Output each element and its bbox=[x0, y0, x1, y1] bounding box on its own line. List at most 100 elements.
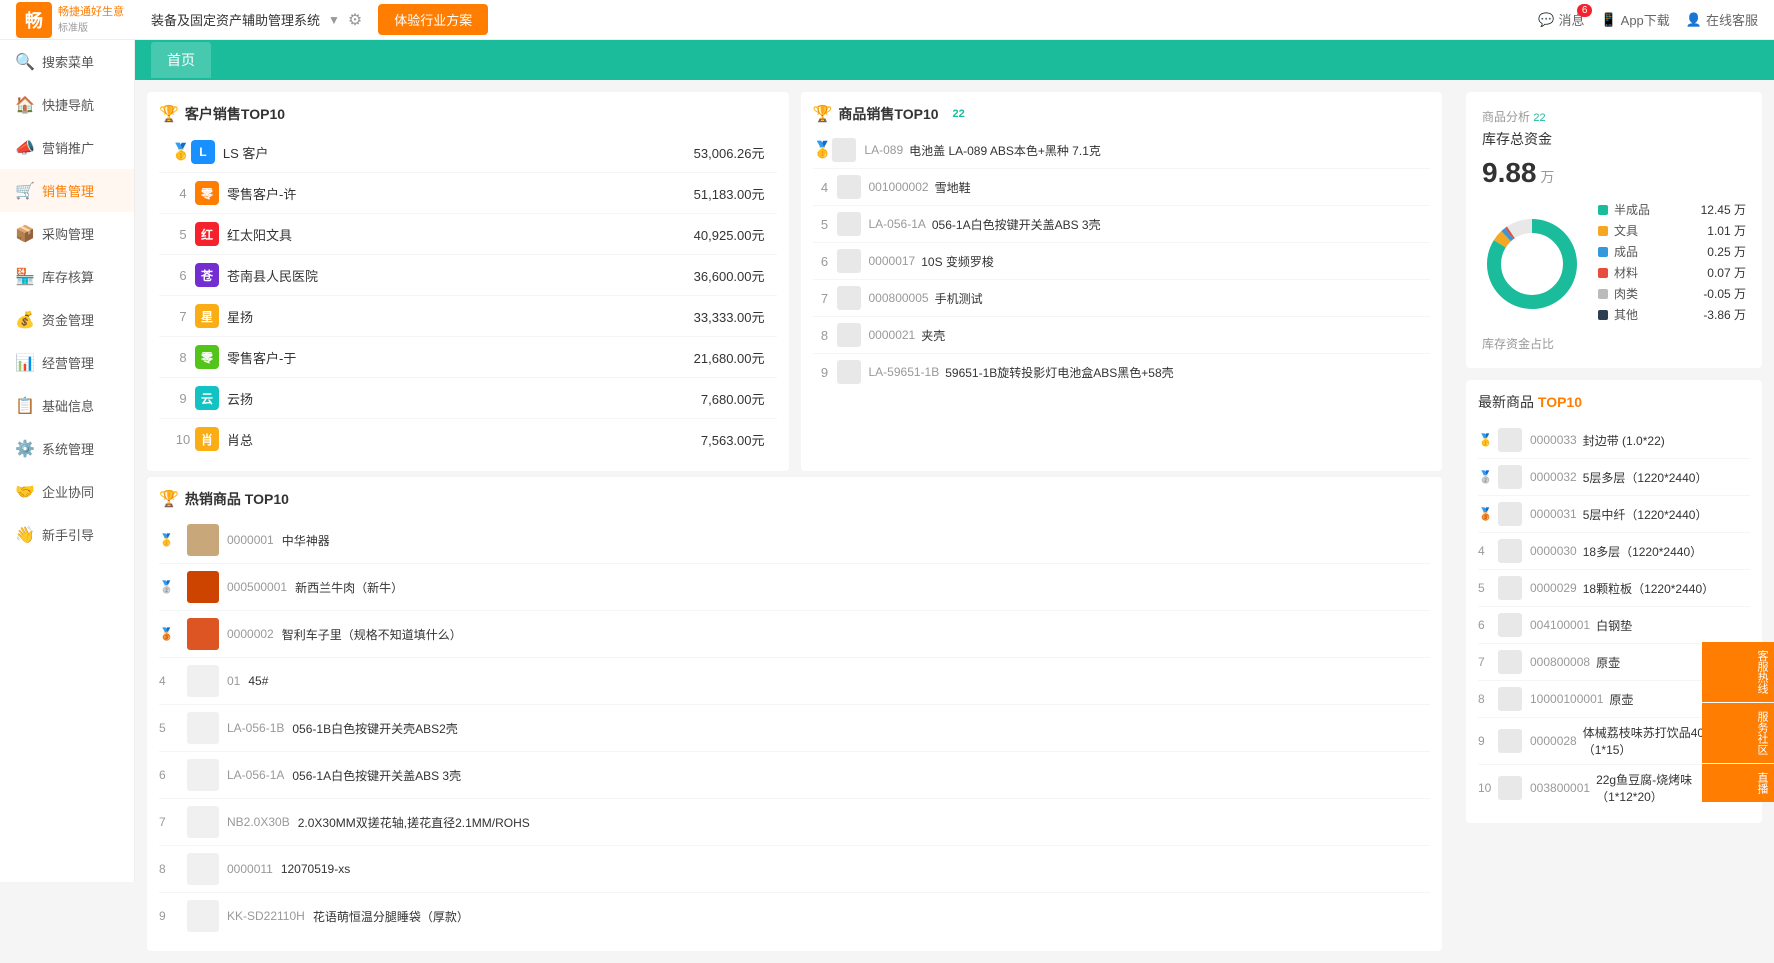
product-code: 0000033 bbox=[1530, 433, 1577, 447]
sidebar-item-inventory[interactable]: 🏪 库存核算 bbox=[0, 255, 134, 298]
sidebar-item-operation[interactable]: 📊 经营管理 bbox=[0, 341, 134, 384]
rank-num: 🥈 bbox=[1478, 470, 1498, 484]
product-img bbox=[187, 806, 219, 838]
product-img bbox=[1498, 776, 1522, 800]
sidebar-item-marketing[interactable]: 📣 营销推广 bbox=[0, 126, 134, 169]
logo: 畅 畅捷通好生意 标准版 bbox=[16, 2, 151, 38]
sidebar-item-search[interactable]: 🔍 搜索菜单 bbox=[0, 40, 134, 83]
customer-name: 云扬 bbox=[227, 389, 701, 408]
trial-button[interactable]: 体验行业方案 bbox=[378, 4, 488, 35]
product-row: 🥇 0000033 封边带 (1.0*22) bbox=[1478, 422, 1750, 459]
sidebar-item-basic[interactable]: 📋 基础信息 bbox=[0, 384, 134, 427]
hot-products-list: 🥇 0000001 中华神器 🥈 000500001 新西兰牛肉（新牛） bbox=[159, 517, 1430, 939]
right-panel: 商品分析 22 库存总资金 9.88 万 bbox=[1454, 80, 1774, 963]
sidebar-item-system[interactable]: ⚙️ 系统管理 bbox=[0, 427, 134, 470]
customer-amount: 7,680.00元 bbox=[701, 389, 765, 408]
inventory-top-label: 商品分析 22 bbox=[1482, 108, 1746, 125]
product-img bbox=[187, 618, 219, 650]
main-body: 🏆 客户销售TOP10 🥇 L LS 客户 53,006.26元 4 bbox=[135, 80, 1774, 963]
product-name: 新西兰牛肉（新牛） bbox=[295, 579, 1430, 596]
product-name: 59651-1B旋转投影灯电池盒ABS黑色+58壳 bbox=[945, 364, 1430, 381]
hot-product-row: 9 KK-SD22110H 花语萌恒温分腿睡袋（厚款） bbox=[159, 893, 1430, 939]
product-name: 12070519-xs bbox=[281, 862, 1430, 876]
product-code: 0000030 bbox=[1530, 544, 1577, 558]
message-icon: 💬 bbox=[1538, 12, 1554, 28]
legend-value: -3.86 万 bbox=[1703, 306, 1746, 323]
medal-icon: 🥇 bbox=[813, 140, 833, 160]
sidebar-item-guide[interactable]: 👋 新手引导 bbox=[0, 513, 134, 556]
message-btn[interactable]: 💬 消息 6 bbox=[1538, 10, 1584, 29]
sidebar-item-enterprise[interactable]: 🤝 企业协同 bbox=[0, 470, 134, 513]
trophy-icon: 🏆 bbox=[159, 489, 179, 509]
system-arrow-icon[interactable]: ▼ bbox=[328, 13, 340, 27]
legend-label: 其他 bbox=[1614, 306, 1638, 323]
product-code: 004100001 bbox=[1530, 618, 1590, 632]
hot-product-row: 🥇 0000001 中华神器 bbox=[159, 517, 1430, 564]
legend-item: 成品 0.25 万 bbox=[1598, 243, 1746, 260]
basic-icon: 📋 bbox=[16, 397, 34, 415]
rank-num: 🥈 bbox=[159, 580, 179, 594]
hot-product-row: 7 NB2.0X30B 2.0X30MM双搓花轴,搓花直径2.1MM/ROHS bbox=[159, 799, 1430, 846]
app-download-btn[interactable]: 📱 App下载 bbox=[1600, 10, 1669, 29]
rank-num: 4 bbox=[171, 186, 195, 201]
sidebar-item-finance[interactable]: 💰 资金管理 bbox=[0, 298, 134, 341]
product-name: 白钢垫 bbox=[1596, 617, 1750, 634]
customer-name: 肖总 bbox=[227, 430, 701, 449]
product-img bbox=[1498, 539, 1522, 563]
customer-name: 星扬 bbox=[227, 307, 694, 326]
tab-home[interactable]: 首页 bbox=[151, 42, 211, 78]
avatar: 苍 bbox=[195, 263, 219, 287]
cs-live-btn[interactable]: 直播 bbox=[1702, 764, 1774, 802]
product-name: 45# bbox=[248, 674, 1430, 688]
system-name[interactable]: 装备及固定资产辅助管理系统 bbox=[151, 10, 320, 29]
avatar: 零 bbox=[195, 345, 219, 369]
table-row: 8 零 零售客户-于 21,680.00元 bbox=[159, 337, 777, 378]
rank-num: 7 bbox=[813, 291, 837, 306]
sold-products-title: 商品销售TOP10 bbox=[838, 104, 938, 124]
hot-product-row: 6 LA-056-1A 056-1A白色按键开关盖ABS 3壳 bbox=[159, 752, 1430, 799]
hot-products-title: 热销商品 TOP10 bbox=[185, 489, 289, 509]
legend-dot bbox=[1598, 310, 1608, 320]
sidebar-item-purchase[interactable]: 📦 采购管理 bbox=[0, 212, 134, 255]
trophy-icon: 🏆 bbox=[159, 104, 179, 124]
trophy-icon: 🏆 bbox=[813, 104, 833, 124]
legend-value: 0.25 万 bbox=[1707, 243, 1746, 260]
hot-product-row: 5 LA-056-1B 056-1B白色按键开关壳ABS2壳 bbox=[159, 705, 1430, 752]
product-img bbox=[1498, 465, 1522, 489]
sidebar-label-marketing: 营销推广 bbox=[42, 138, 94, 157]
logo-sub: 标准版 bbox=[58, 19, 124, 34]
table-row: 6 苍 苍南县人民医院 36,600.00元 bbox=[159, 255, 777, 296]
system-gear-icon[interactable]: ⚙ bbox=[348, 10, 362, 30]
rank-num: 5 bbox=[813, 217, 837, 232]
sidebar-item-quicknav[interactable]: 🏠 快捷导航 bbox=[0, 83, 134, 126]
product-code: LA-056-1B bbox=[227, 721, 284, 735]
service-icon: 👤 bbox=[1686, 12, 1702, 28]
cs-community-btn[interactable]: 服务社区 bbox=[1702, 703, 1774, 763]
product-code: LA-056-1A bbox=[227, 768, 284, 782]
product-code: 0000017 bbox=[869, 254, 916, 268]
customer-amount: 40,925.00元 bbox=[694, 225, 765, 244]
sidebar-label-enterprise: 企业协同 bbox=[42, 482, 94, 501]
rank-num: 9 bbox=[171, 391, 195, 406]
rank-num: 4 bbox=[813, 180, 837, 195]
sold-products-badge: 22 bbox=[953, 108, 965, 120]
top-panels-row: 🏆 客户销售TOP10 🥇 L LS 客户 53,006.26元 4 bbox=[135, 80, 1454, 477]
message-badge: 6 bbox=[1577, 4, 1593, 17]
rank-num: 🥇 bbox=[159, 533, 179, 547]
product-img bbox=[187, 853, 219, 885]
sidebar-label-finance: 资金管理 bbox=[42, 310, 94, 329]
product-img bbox=[837, 175, 861, 199]
product-name: 花语萌恒温分腿睡袋（厚款） bbox=[313, 908, 1430, 925]
service-btn[interactable]: 👤 在线客服 bbox=[1686, 10, 1758, 29]
sidebar-item-sales[interactable]: 🛒 销售管理 bbox=[0, 169, 134, 212]
rank-num: 7 bbox=[1478, 655, 1498, 669]
product-code: 0000029 bbox=[1530, 581, 1577, 595]
main: 首页 🏆 客户销售TOP10 🥇 L LS bbox=[135, 0, 1774, 963]
rank-num: 6 bbox=[1478, 618, 1498, 632]
cs-hotline-btn[interactable]: 客服热线 bbox=[1702, 642, 1774, 702]
customer-amount: 51,183.00元 bbox=[694, 184, 765, 203]
customer-name: 苍南县人民医院 bbox=[227, 266, 694, 285]
product-code: 0000032 bbox=[1530, 470, 1577, 484]
product-name: 2.0X30MM双搓花轴,搓花直径2.1MM/ROHS bbox=[298, 814, 1430, 831]
nav-tabs: 首页 bbox=[135, 40, 1774, 80]
